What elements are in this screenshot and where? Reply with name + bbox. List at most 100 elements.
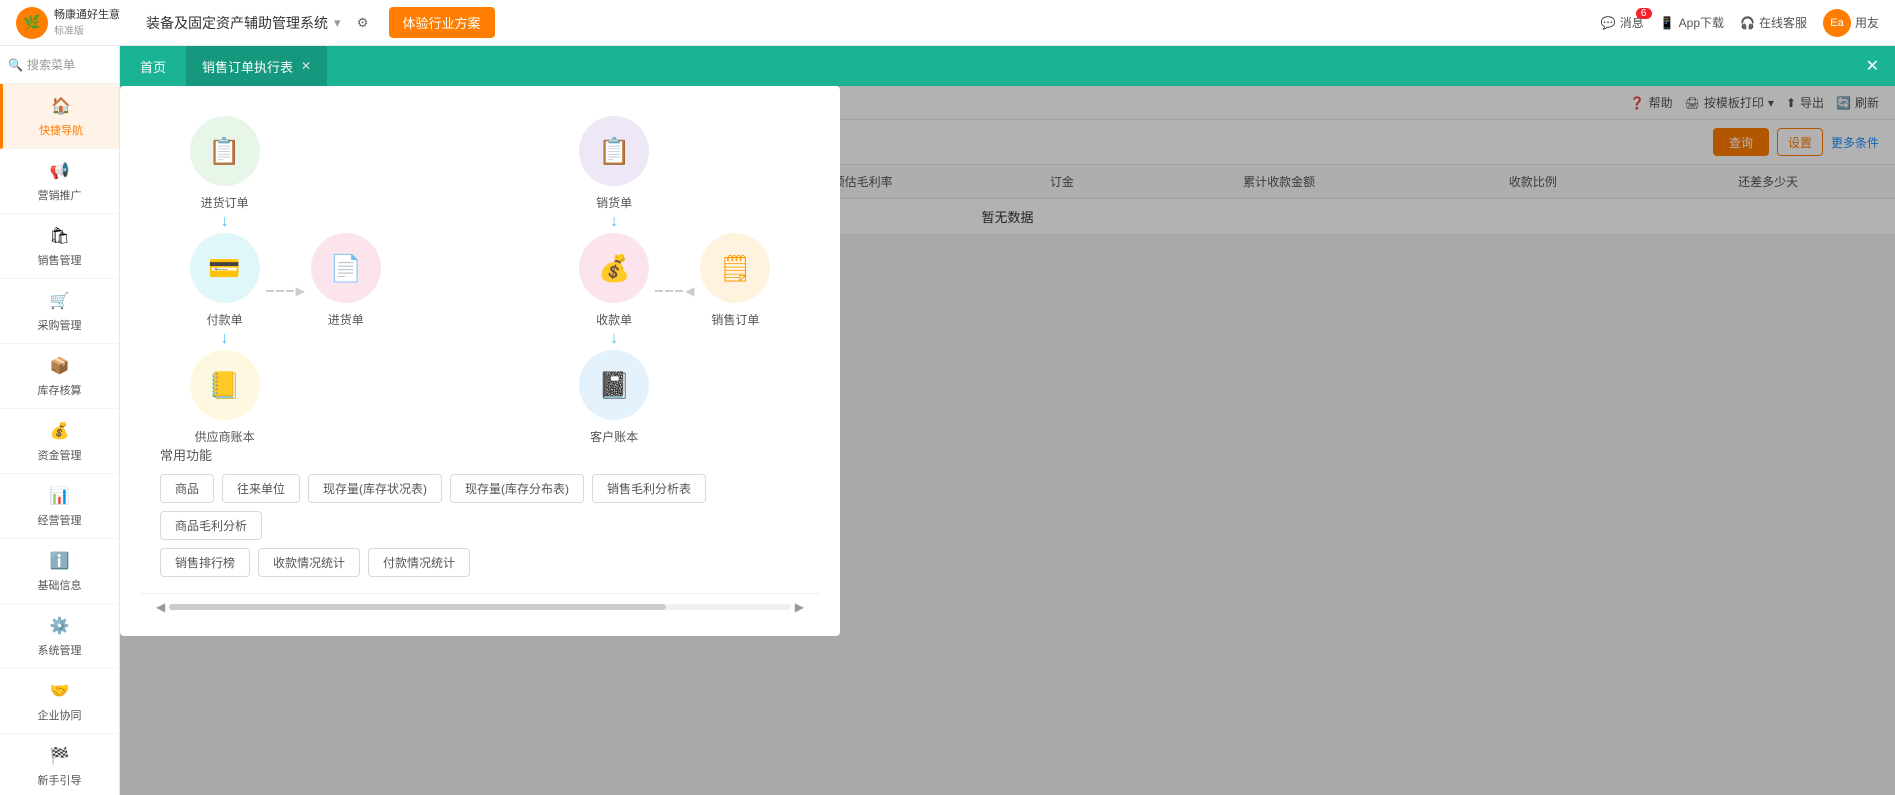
system-icon: ⚙️ (48, 614, 72, 638)
tab-home[interactable]: 首页 (120, 46, 186, 86)
tab-close-icon[interactable]: ✕ (301, 59, 311, 73)
sidebar-item-quick-guide[interactable]: 🏠 快捷导航 (0, 84, 119, 149)
newguide-icon: 🏁 (48, 744, 72, 768)
sidebar-label-newguide: 新手引导 (38, 772, 82, 788)
purchase-slip-icon: 📄 (330, 253, 362, 284)
sales-order-flow-label: 销售订单 (711, 311, 759, 328)
h-arrow-1: ▶ (266, 264, 305, 298)
func-btn-stock-dist[interactable]: 现存量(库存分布表) (450, 474, 584, 503)
settings-icon[interactable]: ⚙ (349, 9, 377, 37)
logo-area: 🌿 畅康通好生意 标准版 (16, 7, 136, 39)
payment-slip-icon: 💳 (208, 253, 240, 284)
inventory-icon: 📦 (48, 354, 72, 378)
func-btn-product[interactable]: 商品 (160, 474, 214, 503)
sidebar-item-operation[interactable]: 📊 经营管理 (0, 474, 119, 539)
arrow-down-1: ↓ (221, 213, 229, 231)
payment-slip-node[interactable]: 💳 付款单 (190, 233, 260, 328)
arrow-down-4: ↓ (610, 330, 618, 348)
supplier-account-icon: 📒 (208, 370, 240, 401)
scrollbar-track[interactable] (169, 604, 791, 610)
purchase-icon: 🛒 (48, 289, 72, 313)
arrow-down-3: ↓ (610, 213, 618, 231)
popup-box: 📋 进货订单 ↓ 💳 付款单 (120, 86, 840, 636)
purchase-order-icon: 📋 (208, 136, 240, 167)
system-title-area: 装备及固定资产辅助管理系统 ▾ ⚙ 体验行业方案 (146, 7, 1601, 38)
purchase-slip-node[interactable]: 📄 进货单 (311, 233, 381, 328)
message-badge: 6 (1636, 8, 1652, 19)
func-btn-product-profit[interactable]: 商品毛利分析 (160, 511, 262, 540)
sidebar-item-basic[interactable]: ℹ️ 基础信息 (0, 539, 119, 604)
sidebar-item-system[interactable]: ⚙️ 系统管理 (0, 604, 119, 669)
purchase-order-label: 进货订单 (201, 194, 249, 211)
receipt-slip-label: 收款单 (596, 311, 632, 328)
sales-order-icon: 🗒 (719, 253, 752, 284)
sidebar-label-finance: 资金管理 (38, 447, 82, 463)
func-btn-partner[interactable]: 往来单位 (222, 474, 300, 503)
avatar: Ea (1823, 9, 1851, 37)
customer-account-circle: 📓 (579, 350, 649, 420)
tab-bar: 首页 销售订单执行表 ✕ ✕ (120, 46, 1895, 86)
purchase-slip-circle: 📄 (311, 233, 381, 303)
top-header: 🌿 畅康通好生意 标准版 装备及固定资产辅助管理系统 ▾ ⚙ 体验行业方案 💬 … (0, 0, 1895, 46)
sales-order-column: 🗒 销售订单 (700, 233, 770, 328)
app-download-btn[interactable]: 📱 App下载 (1660, 14, 1724, 31)
experience-btn[interactable]: 体验行业方案 (389, 7, 495, 38)
sales-slip-column: 📋 销货单 ↓ 💰 收款单 (579, 116, 649, 445)
basic-icon: ℹ️ (48, 549, 72, 573)
customer-account-icon: 📓 (598, 370, 630, 401)
scroll-right-arrow[interactable]: ▶ (795, 600, 804, 614)
common-func-section: 常用功能 商品 往来单位 现存量(库存状况表) 现存量(库存分布表) 销售毛利分… (140, 445, 820, 593)
sales-order-flow-node[interactable]: 🗒 销售订单 (700, 233, 770, 328)
purchase-column: 📋 进货订单 ↓ 💳 付款单 (190, 116, 260, 445)
sales-slip-circle: 📋 (579, 116, 649, 186)
tab-bar-close-icon[interactable]: ✕ (1866, 56, 1879, 76)
sidebar-item-finance[interactable]: 💰 资金管理 (0, 409, 119, 474)
app-download-label: App下载 (1679, 14, 1724, 31)
func-btn-sales-rank[interactable]: 销售排行榜 (160, 548, 250, 577)
func-btn-receipt-stats[interactable]: 收款情况统计 (258, 548, 360, 577)
sales-slip-node[interactable]: 📋 销货单 (579, 116, 649, 211)
sidebar-item-newguide[interactable]: 🏁 新手引导 (0, 734, 119, 795)
func-btn-sales-profit[interactable]: 销售毛利分析表 (592, 474, 706, 503)
sidebar-label-operation: 经营管理 (38, 512, 82, 528)
user-area[interactable]: Ea 用友 (1823, 9, 1879, 37)
receipt-slip-node[interactable]: 💰 收款单 (579, 233, 649, 328)
func-btn-payment-stats[interactable]: 付款情况统计 (368, 548, 470, 577)
enterprise-icon: 🤝 (48, 679, 72, 703)
header-right: 💬 消息 6 📱 App下载 🎧 在线客服 Ea 用友 (1601, 9, 1879, 37)
h-arrow-2: ◀ (655, 264, 694, 298)
marketing-icon: 📢 (48, 159, 72, 183)
purchase-order-node[interactable]: 📋 进货订单 (190, 116, 260, 211)
sidebar-label-purchase: 采购管理 (38, 317, 82, 333)
supplier-account-label: 供应商账本 (195, 428, 255, 445)
service-label: 在线客服 (1759, 14, 1807, 31)
operation-icon: 📊 (48, 484, 72, 508)
logo-text: 畅康通好生意 (54, 8, 120, 22)
system-dropdown-icon[interactable]: ▾ (334, 15, 341, 31)
func-buttons-row2: 销售排行榜 收款情况统计 付款情况统计 (160, 548, 800, 577)
customer-account-label: 客户账本 (590, 428, 638, 445)
sidebar-item-enterprise[interactable]: 🤝 企业协同 (0, 669, 119, 734)
sales-slip-label: 销货单 (596, 194, 632, 211)
scroll-left-arrow[interactable]: ◀ (156, 600, 165, 614)
main-layout: 🔍 搜索菜单 🏠 快捷导航 📢 营销推广 🛍 销售管理 🛒 采购管理 📦 库存核… (0, 46, 1895, 795)
message-btn[interactable]: 💬 消息 6 (1601, 14, 1644, 31)
sidebar-item-marketing[interactable]: 📢 营销推广 (0, 149, 119, 214)
supplier-account-node[interactable]: 📒 供应商账本 (190, 350, 260, 445)
supplier-account-circle: 📒 (190, 350, 260, 420)
sidebar-search[interactable]: 🔍 搜索菜单 (0, 46, 119, 84)
sidebar: 🔍 搜索菜单 🏠 快捷导航 📢 营销推广 🛍 销售管理 🛒 采购管理 📦 库存核… (0, 46, 120, 795)
sidebar-item-inventory[interactable]: 📦 库存核算 (0, 344, 119, 409)
user-name: 用友 (1855, 14, 1879, 31)
sidebar-label-quick-guide: 快捷导航 (39, 122, 83, 138)
online-service-btn[interactable]: 🎧 在线客服 (1740, 14, 1807, 31)
receipt-slip-circle: 💰 (579, 233, 649, 303)
func-btn-stock-status[interactable]: 现存量(库存状况表) (308, 474, 442, 503)
tab-sales-order[interactable]: 销售订单执行表 ✕ (186, 46, 327, 86)
sidebar-item-sales[interactable]: 🛍 销售管理 (0, 214, 119, 279)
purchase-order-circle: 📋 (190, 116, 260, 186)
popup-overlay: 📋 进货订单 ↓ 💳 付款单 (120, 86, 1895, 795)
popup-scrollbar: ◀ ▶ (140, 593, 820, 620)
customer-account-node[interactable]: 📓 客户账本 (579, 350, 649, 445)
sidebar-item-purchase[interactable]: 🛒 采购管理 (0, 279, 119, 344)
